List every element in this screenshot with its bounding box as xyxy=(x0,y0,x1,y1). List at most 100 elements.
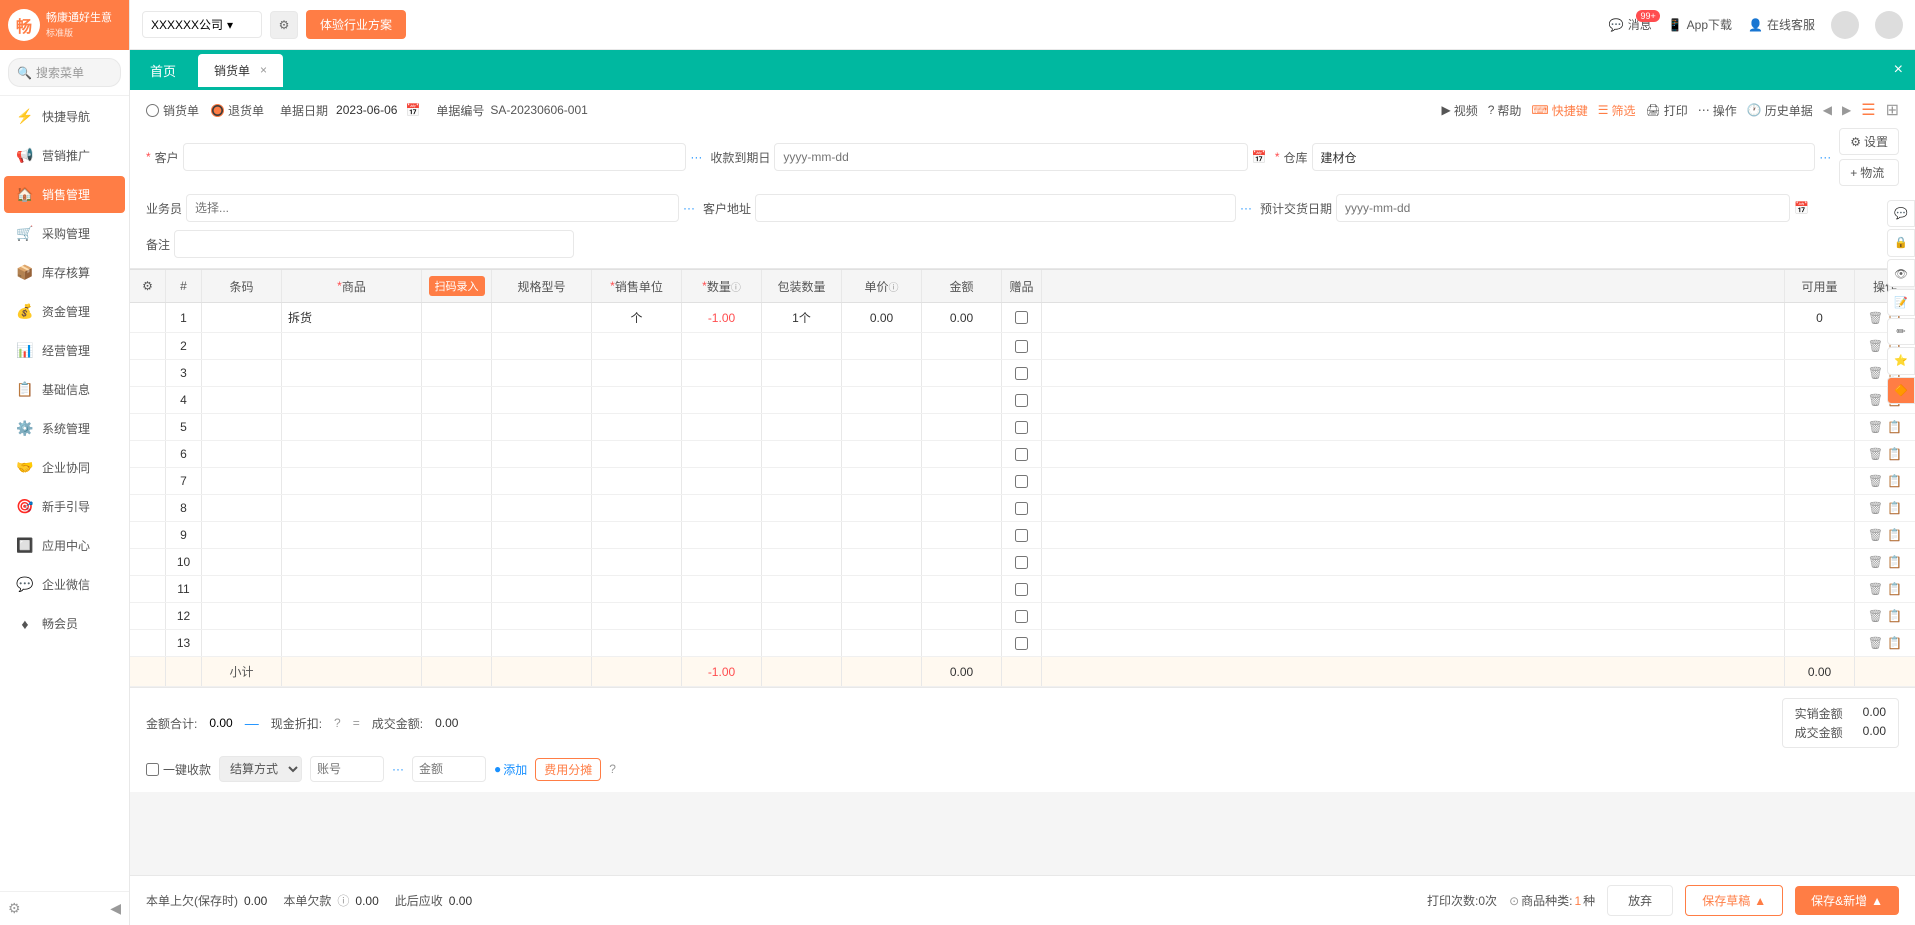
row-settings-4[interactable] xyxy=(130,414,166,440)
row-unitprice-11[interactable] xyxy=(842,603,922,629)
copy-row-icon-7[interactable]: 📋 xyxy=(1887,501,1902,515)
return-order-radio[interactable] xyxy=(211,104,224,117)
delete-row-icon-12[interactable]: 🗑 xyxy=(1868,636,1883,650)
row-unitprice-7[interactable] xyxy=(842,495,922,521)
row-barcode-0[interactable] xyxy=(202,303,282,332)
setup-button[interactable]: ⚙ 设置 xyxy=(1839,128,1899,155)
row-qty-0[interactable]: -1.00 xyxy=(682,303,762,332)
return-order-radio-label[interactable]: 退货单 xyxy=(211,102,264,119)
row-settings-3[interactable] xyxy=(130,387,166,413)
row-product-7[interactable] xyxy=(282,495,422,521)
row-gift-5[interactable] xyxy=(1002,441,1042,467)
help-btn[interactable]: ? 帮助 xyxy=(1488,102,1522,119)
row-salesunit-2[interactable] xyxy=(592,360,682,386)
message-button[interactable]: 💬 消息 99+ xyxy=(1609,16,1652,33)
right-float-edit[interactable]: ✏ xyxy=(1887,318,1915,345)
row-barcode-12[interactable] xyxy=(202,630,282,656)
payment-amount-input[interactable] xyxy=(419,762,479,776)
row-pkgqty-4[interactable] xyxy=(762,414,842,440)
scan-input-button[interactable]: 扫码录入 xyxy=(429,276,485,296)
delete-row-icon-11[interactable]: 🗑 xyxy=(1868,609,1883,623)
save-new-button[interactable]: 保存&新增 ▲ xyxy=(1795,886,1899,915)
row-product-0[interactable]: 拆货 xyxy=(282,303,422,332)
add-payment-button[interactable]: ● 添加 xyxy=(494,761,527,778)
row-spec-7[interactable] xyxy=(492,495,592,521)
row-amount-12[interactable] xyxy=(922,630,1002,656)
row-spec-6[interactable] xyxy=(492,468,592,494)
copy-row-icon-10[interactable]: 📋 xyxy=(1887,582,1902,596)
row-product-5[interactable] xyxy=(282,441,422,467)
row-pkgqty-11[interactable] xyxy=(762,603,842,629)
amount-input-wrap[interactable] xyxy=(412,756,486,782)
row-note-9[interactable] xyxy=(1042,549,1785,575)
row-product-2[interactable] xyxy=(282,360,422,386)
remark-input-wrap[interactable] xyxy=(174,230,574,258)
sidebar-collapse-icon[interactable]: ◀ xyxy=(110,900,121,917)
row-qty-7[interactable] xyxy=(682,495,762,521)
flow-button[interactable]: + 物流 xyxy=(1839,159,1899,186)
delete-row-icon-0[interactable]: 🗑 xyxy=(1868,311,1883,325)
total-owed-help-icon[interactable]: ⓘ xyxy=(337,892,349,909)
row-qty-5[interactable] xyxy=(682,441,762,467)
sales-order-radio[interactable] xyxy=(146,104,159,117)
row-salesunit-9[interactable] xyxy=(592,549,682,575)
row-amount-10[interactable] xyxy=(922,576,1002,602)
discount-help-icon[interactable]: ? xyxy=(334,716,341,730)
row-salesunit-4[interactable] xyxy=(592,414,682,440)
sidebar-item-vip[interactable]: ♦畅会员 xyxy=(4,605,125,642)
row-salesunit-1[interactable] xyxy=(592,333,682,359)
row-pkgqty-6[interactable] xyxy=(762,468,842,494)
row-amount-1[interactable] xyxy=(922,333,1002,359)
row-qty-2[interactable] xyxy=(682,360,762,386)
row-barcode-2[interactable] xyxy=(202,360,282,386)
row-barcode-8[interactable] xyxy=(202,522,282,548)
row-spec-10[interactable] xyxy=(492,576,592,602)
row-note-3[interactable] xyxy=(1042,387,1785,413)
row-pkgqty-7[interactable] xyxy=(762,495,842,521)
sidebar-item-wechat[interactable]: 💬企业微信 xyxy=(4,566,125,603)
account-input[interactable] xyxy=(317,762,377,776)
list-view-icon[interactable]: ☰ xyxy=(1861,100,1875,120)
row-pkgqty-2[interactable] xyxy=(762,360,842,386)
row-spec-5[interactable] xyxy=(492,441,592,467)
row-barcode-7[interactable] xyxy=(202,495,282,521)
fee-help-icon[interactable]: ? xyxy=(609,762,616,776)
sidebar-settings-icon[interactable]: ⚙ xyxy=(8,900,21,917)
row-barcode-11[interactable] xyxy=(202,603,282,629)
row-note-10[interactable] xyxy=(1042,576,1785,602)
row-spec-1[interactable] xyxy=(492,333,592,359)
row-barcode-1[interactable] xyxy=(202,333,282,359)
row-pkgqty-5[interactable] xyxy=(762,441,842,467)
row-amount-9[interactable] xyxy=(922,549,1002,575)
copy-row-icon-5[interactable]: 📋 xyxy=(1887,447,1902,461)
row-pkgqty-12[interactable] xyxy=(762,630,842,656)
search-menu-button[interactable]: 🔍 搜索菜单 xyxy=(8,58,121,87)
row-product-10[interactable] xyxy=(282,576,422,602)
payment-due-input-wrap[interactable] xyxy=(774,143,1247,171)
row-gift-9[interactable] xyxy=(1002,549,1042,575)
row-settings-2[interactable] xyxy=(130,360,166,386)
copy-row-icon-4[interactable]: 📋 xyxy=(1887,420,1902,434)
sidebar-item-finance[interactable]: 💰资金管理 xyxy=(4,293,125,330)
row-pkgqty-8[interactable] xyxy=(762,522,842,548)
row-settings-1[interactable] xyxy=(130,333,166,359)
row-salesunit-8[interactable] xyxy=(592,522,682,548)
one-click-payment-checkbox[interactable] xyxy=(146,763,159,776)
salesperson-input-wrap[interactable] xyxy=(186,194,679,222)
row-settings-12[interactable] xyxy=(130,630,166,656)
row-settings-7[interactable] xyxy=(130,495,166,521)
warehouse-input-wrap[interactable]: 建材仓 xyxy=(1312,143,1816,171)
sidebar-item-marketing[interactable]: 📢营销推广 xyxy=(4,137,125,174)
row-barcode-9[interactable] xyxy=(202,549,282,575)
row-salesunit-0[interactable]: 个 xyxy=(592,303,682,332)
user-avatar-2[interactable] xyxy=(1875,11,1903,39)
row-note-4[interactable] xyxy=(1042,414,1785,440)
payment-due-cal-icon[interactable]: 📅 xyxy=(1252,150,1267,164)
sidebar-item-operations[interactable]: 📊经营管理 xyxy=(4,332,125,369)
row-qty-6[interactable] xyxy=(682,468,762,494)
settings-button[interactable]: ⚙ xyxy=(270,11,298,39)
delete-row-icon-5[interactable]: 🗑 xyxy=(1868,447,1883,461)
row-note-0[interactable] xyxy=(1042,303,1785,332)
right-float-lock[interactable]: 🔒 xyxy=(1887,229,1915,256)
row-spec-4[interactable] xyxy=(492,414,592,440)
